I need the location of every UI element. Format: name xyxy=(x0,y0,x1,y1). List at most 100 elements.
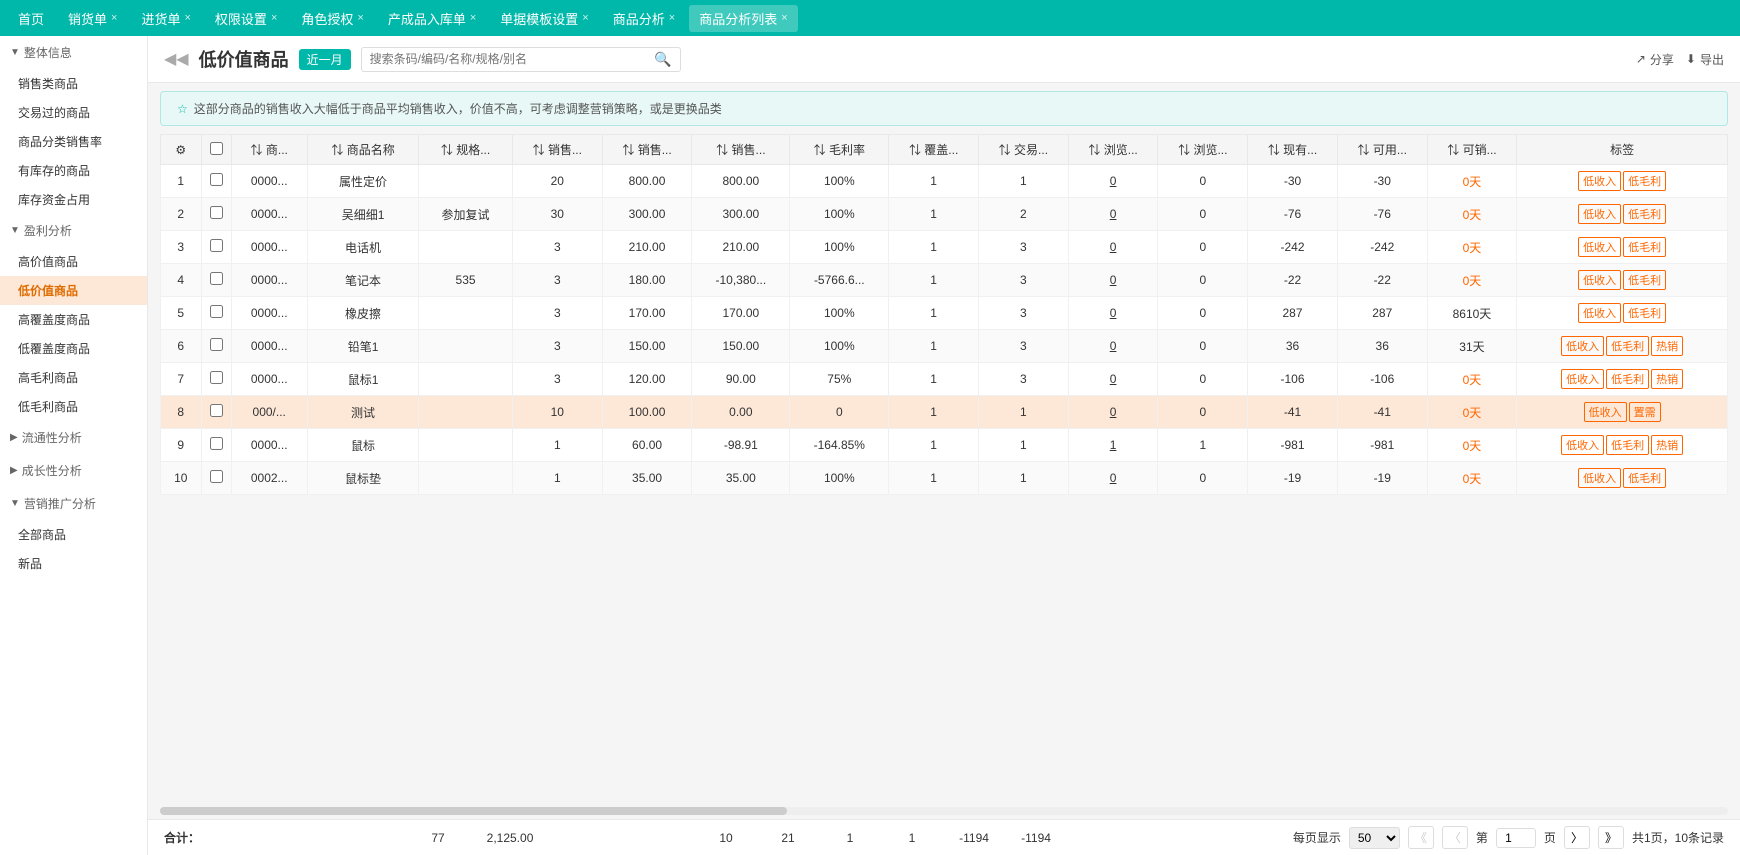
row-checkbox[interactable] xyxy=(210,272,223,285)
row-checkbox-cell[interactable] xyxy=(201,198,231,231)
sidebar-item-low-coverage[interactable]: 低覆盖度商品 xyxy=(0,334,147,363)
browse1-value[interactable]: 0 xyxy=(1110,372,1117,386)
sidebar-item-sales-products[interactable]: 销售类商品 xyxy=(0,69,147,98)
close-icon[interactable]: × xyxy=(470,12,476,24)
sales-amt-column-header[interactable]: ⇅ 销售... xyxy=(602,135,692,165)
browse1[interactable]: 0 xyxy=(1068,231,1158,264)
settings-column-header[interactable]: ⚙ xyxy=(161,135,202,165)
next-page-button[interactable]: 〉 xyxy=(1564,826,1590,849)
sidebar-item-low-value[interactable]: 低价值商品 xyxy=(0,276,147,305)
nav-product-analysis[interactable]: 商品分析 × xyxy=(603,5,685,32)
horizontal-scrollbar[interactable] xyxy=(160,807,1728,815)
close-icon[interactable]: × xyxy=(781,12,787,24)
browse1[interactable]: 0 xyxy=(1068,462,1158,495)
last-page-button[interactable]: 》 xyxy=(1598,826,1624,849)
browse1[interactable]: 0 xyxy=(1068,198,1158,231)
nav-role-auth[interactable]: 角色授权 × xyxy=(291,5,373,32)
sellable-column-header[interactable]: ⇅ 可销... xyxy=(1427,135,1517,165)
close-icon[interactable]: × xyxy=(357,12,363,24)
sidebar-section-flow[interactable]: ▶ 流通性分析 xyxy=(0,421,147,454)
browse1-value[interactable]: 0 xyxy=(1110,405,1117,419)
code-column-header[interactable]: ⇅ 商... xyxy=(231,135,307,165)
current-column-header[interactable]: ⇅ 现有... xyxy=(1248,135,1338,165)
period-tag-button[interactable]: 近一月 xyxy=(299,49,351,70)
collapse-sidebar-button[interactable]: ◀◀ xyxy=(164,49,189,69)
sidebar-section-growth[interactable]: ▶ 成长性分析 xyxy=(0,454,147,487)
available-column-header[interactable]: ⇅ 可用... xyxy=(1337,135,1427,165)
export-button[interactable]: ⬇ 导出 xyxy=(1686,51,1724,68)
gross-rate-column-header[interactable]: ⇅ 毛利率 xyxy=(790,135,889,165)
nav-product-in[interactable]: 产成品入库单 × xyxy=(378,5,486,32)
browse1[interactable]: 0 xyxy=(1068,165,1158,198)
browse1-value[interactable]: 1 xyxy=(1110,438,1117,452)
sidebar-item-inventory-capital[interactable]: 库存资金占用 xyxy=(0,185,147,214)
sidebar-item-stocked-products[interactable]: 有库存的商品 xyxy=(0,156,147,185)
sidebar-section-overall[interactable]: ▼ 整体信息 xyxy=(0,36,147,69)
close-icon[interactable]: × xyxy=(184,12,190,24)
name-column-header[interactable]: ⇅ 商品名称 xyxy=(307,135,418,165)
nav-template-settings[interactable]: 单据模板设置 × xyxy=(490,5,598,32)
row-checkbox-cell[interactable] xyxy=(201,231,231,264)
browse1-value[interactable]: 0 xyxy=(1110,471,1117,485)
sidebar-item-all-products[interactable]: 全部商品 xyxy=(0,520,147,549)
row-checkbox[interactable] xyxy=(210,404,223,417)
browse1[interactable]: 1 xyxy=(1068,429,1158,462)
browse1[interactable]: 0 xyxy=(1068,330,1158,363)
row-checkbox[interactable] xyxy=(210,305,223,318)
sidebar-section-profit[interactable]: ▼ 盈利分析 xyxy=(0,214,147,247)
page-number-input[interactable] xyxy=(1496,828,1536,848)
row-checkbox-cell[interactable] xyxy=(201,297,231,330)
browse1-value[interactable]: 0 xyxy=(1110,174,1117,188)
nav-home[interactable]: 首页 xyxy=(8,5,54,32)
browse1-value[interactable]: 0 xyxy=(1110,240,1117,254)
search-input[interactable] xyxy=(370,52,655,66)
sidebar-item-category-rate[interactable]: 商品分类销售率 xyxy=(0,127,147,156)
nav-product-analysis-list[interactable]: 商品分析列表 × xyxy=(689,5,797,32)
browse1[interactable]: 0 xyxy=(1068,297,1158,330)
row-checkbox-cell[interactable] xyxy=(201,264,231,297)
row-checkbox[interactable] xyxy=(210,338,223,351)
sidebar-item-high-value[interactable]: 高价值商品 xyxy=(0,247,147,276)
coverage-column-header[interactable]: ⇅ 覆盖... xyxy=(889,135,979,165)
browse1[interactable]: 0 xyxy=(1068,396,1158,429)
spec-column-header[interactable]: ⇅ 规格... xyxy=(419,135,513,165)
per-page-select[interactable]: 50 100 200 xyxy=(1349,827,1400,849)
row-checkbox-cell[interactable] xyxy=(201,396,231,429)
close-icon[interactable]: × xyxy=(669,12,675,24)
browse1[interactable]: 0 xyxy=(1068,264,1158,297)
trade-column-header[interactable]: ⇅ 交易... xyxy=(979,135,1069,165)
browse1-value[interactable]: 0 xyxy=(1110,207,1117,221)
select-all-checkbox[interactable] xyxy=(210,142,223,155)
browse1-value[interactable]: 0 xyxy=(1110,306,1117,320)
row-checkbox[interactable] xyxy=(210,371,223,384)
nav-permission-settings[interactable]: 权限设置 × xyxy=(205,5,287,32)
row-checkbox[interactable] xyxy=(210,470,223,483)
row-checkbox-cell[interactable] xyxy=(201,429,231,462)
browse1-value[interactable]: 0 xyxy=(1110,339,1117,353)
close-icon[interactable]: × xyxy=(582,12,588,24)
sidebar-item-high-profit[interactable]: 高毛利商品 xyxy=(0,363,147,392)
sidebar-item-new-products[interactable]: 新品 xyxy=(0,549,147,578)
browse2-column-header[interactable]: ⇅ 浏览... xyxy=(1158,135,1248,165)
close-icon[interactable]: × xyxy=(271,12,277,24)
tags-column-header[interactable]: 标签 xyxy=(1517,135,1728,165)
scrollbar-thumb[interactable] xyxy=(160,807,787,815)
sidebar-section-marketing[interactable]: ▼ 营销推广分析 xyxy=(0,487,147,520)
row-checkbox[interactable] xyxy=(210,173,223,186)
close-icon[interactable]: × xyxy=(111,12,117,24)
row-checkbox[interactable] xyxy=(210,239,223,252)
checkbox-column-header[interactable] xyxy=(201,135,231,165)
row-checkbox[interactable] xyxy=(210,206,223,219)
nav-purchase-order[interactable]: 进货单 × xyxy=(131,5,200,32)
row-checkbox[interactable] xyxy=(210,437,223,450)
row-checkbox-cell[interactable] xyxy=(201,165,231,198)
sales-avg-column-header[interactable]: ⇅ 销售... xyxy=(692,135,790,165)
search-icon[interactable]: 🔍 xyxy=(654,51,671,68)
row-checkbox-cell[interactable] xyxy=(201,462,231,495)
browse1-column-header[interactable]: ⇅ 浏览... xyxy=(1068,135,1158,165)
sidebar-item-low-profit[interactable]: 低毛利商品 xyxy=(0,392,147,421)
browse1[interactable]: 0 xyxy=(1068,363,1158,396)
browse1-value[interactable]: 0 xyxy=(1110,273,1117,287)
row-checkbox-cell[interactable] xyxy=(201,363,231,396)
sidebar-item-high-coverage[interactable]: 高覆盖度商品 xyxy=(0,305,147,334)
